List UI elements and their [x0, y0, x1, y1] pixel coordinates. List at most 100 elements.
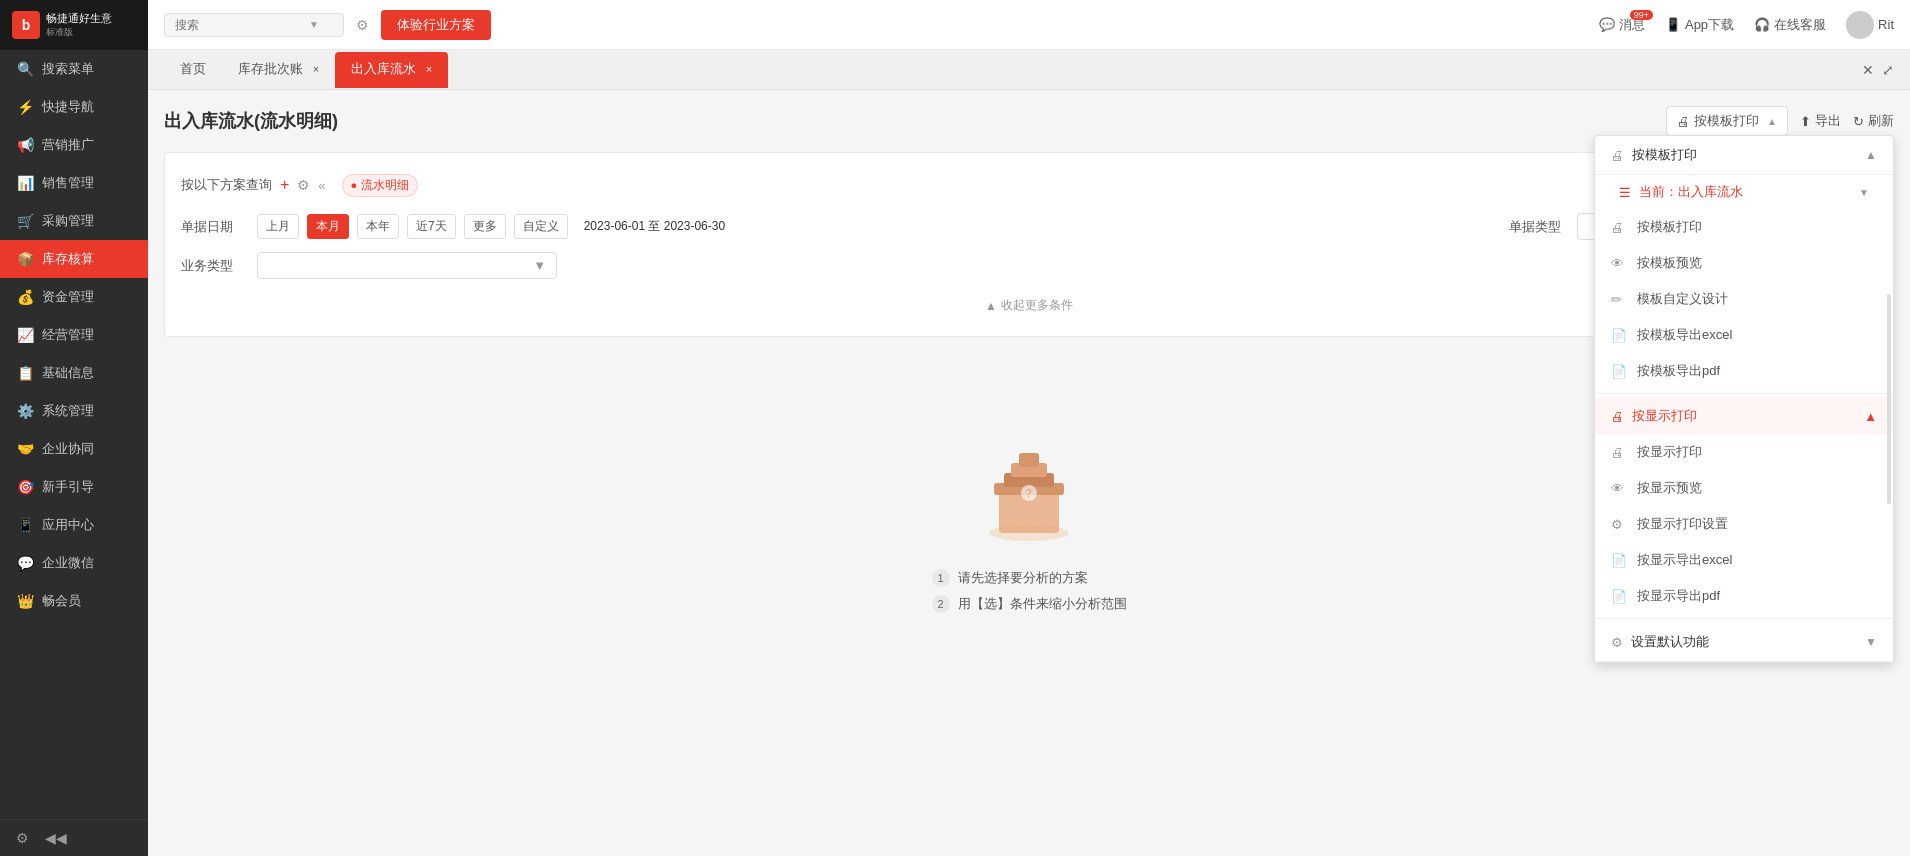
trial-button[interactable]: 体验行业方案	[381, 10, 491, 40]
tab-close-button[interactable]: ✕	[1862, 62, 1874, 78]
topbar-search-box[interactable]: ▼	[164, 13, 344, 37]
current-template-item[interactable]: ☰ 当前：出入库流水 ▼	[1595, 175, 1893, 209]
export-icon: ⬆	[1800, 114, 1811, 129]
template-export-excel-item[interactable]: 📄 按模板导出excel	[1595, 317, 1893, 353]
date-last-month-btn[interactable]: 上月	[257, 214, 299, 239]
current-template-icon: ☰	[1619, 185, 1631, 200]
sidebar-item-label: 系统管理	[42, 402, 94, 420]
template-print-item[interactable]: 🖨 按模板打印	[1595, 209, 1893, 245]
biz-type-select[interactable]: ▼	[257, 252, 557, 279]
filter-settings-icon[interactable]: ⚙	[297, 177, 310, 193]
biz-type-label: 业务类型	[181, 257, 241, 275]
date-more-btn[interactable]: 更多	[464, 214, 506, 239]
display-export-pdf-item[interactable]: 📄 按显示导出pdf	[1595, 578, 1893, 614]
cooperation-icon: 🤝	[16, 440, 34, 458]
settings-icon[interactable]: ⚙	[16, 830, 29, 846]
search-input[interactable]	[175, 18, 305, 32]
sidebar-item-funds[interactable]: 💰 资金管理	[0, 278, 148, 316]
tab-home[interactable]: 首页	[164, 52, 222, 88]
sidebar-item-inventory[interactable]: 📦 库存核算	[0, 240, 148, 278]
display-print-item[interactable]: 🖨 按显示打印	[1595, 434, 1893, 470]
user-avatar-area[interactable]: Rit	[1846, 11, 1894, 39]
sidebar-item-membership[interactable]: 👑 畅会员	[0, 582, 148, 620]
tag-label: 流水明细	[361, 177, 409, 194]
app-download-button[interactable]: 📱 App下载	[1665, 16, 1734, 34]
date-custom-btn[interactable]: 自定义	[514, 214, 568, 239]
sidebar-logo: b 畅捷通好生意 标准版	[0, 0, 148, 50]
date-current-month-btn[interactable]: 本月	[307, 214, 349, 239]
sidebar-item-basic[interactable]: 📋 基础信息	[0, 354, 148, 392]
guide-icon: 🎯	[16, 478, 34, 496]
tab-batch-account[interactable]: 库存批次账 ×	[222, 52, 335, 88]
refresh-button[interactable]: ↻ 刷新	[1853, 112, 1894, 130]
print-label: 按模板打印	[1694, 112, 1759, 130]
search-chevron-icon: ▼	[309, 19, 319, 30]
sidebar-item-marketing[interactable]: 📢 营销推广	[0, 126, 148, 164]
logo-letter: b	[22, 17, 31, 33]
template-print-section-header[interactable]: 🖨 按模板打印 ▲	[1595, 136, 1893, 175]
export-button[interactable]: ⬆ 导出	[1800, 112, 1841, 130]
dropdown-scrollbar[interactable]	[1887, 294, 1891, 504]
tab-flow-close-icon[interactable]: ×	[426, 63, 432, 75]
avatar	[1846, 11, 1874, 39]
display-settings-item[interactable]: ⚙ 按显示打印设置	[1595, 506, 1893, 542]
sidebar-item-wechat[interactable]: 💬 企业微信	[0, 544, 148, 582]
display-settings-item-label: 按显示打印设置	[1637, 515, 1728, 533]
template-print-label: 按模板打印	[1632, 146, 1697, 164]
sidebar-item-apps[interactable]: 📱 应用中心	[0, 506, 148, 544]
sidebar: b 畅捷通好生意 标准版 🔍 搜索菜单 ⚡ 快捷导航 📢 营销推广 📊 销售管理…	[0, 0, 148, 856]
filter-title: 按以下方案查询	[181, 176, 272, 194]
template-preview-item[interactable]: 👁 按模板预览	[1595, 245, 1893, 281]
template-print-item-label: 按模板打印	[1637, 218, 1702, 236]
display-export-excel-item[interactable]: 📄 按显示导出excel	[1595, 542, 1893, 578]
tab-batch-account-close-icon[interactable]: ×	[313, 63, 319, 75]
content-area: 首页 库存批次账 × 出入库流水 × ✕ ⤢ 出入库流水(流水明细)	[148, 50, 1910, 856]
default-section-header[interactable]: ⚙ 设置默认功能 ▼	[1595, 623, 1893, 662]
funds-icon: 💰	[16, 288, 34, 306]
tag-dot-icon: ●	[351, 179, 358, 191]
sidebar-item-purchase[interactable]: 🛒 采购管理	[0, 202, 148, 240]
topbar-gear-icon[interactable]: ⚙	[356, 17, 369, 33]
tab-flow[interactable]: 出入库流水 ×	[335, 52, 448, 88]
step-2-text: 用【选】条件来缩小分析范围	[958, 595, 1127, 613]
print-template-button[interactable]: 🖨 按模板打印 ▲	[1666, 106, 1788, 136]
tab-batch-account-label: 库存批次账	[238, 61, 303, 76]
template-export-pdf-label: 按模板导出pdf	[1637, 362, 1720, 380]
sidebar-item-cooperation[interactable]: 🤝 企业协同	[0, 430, 148, 468]
sidebar-item-shortcut[interactable]: ⚡ 快捷导航	[0, 88, 148, 126]
display-preview-item-icon: 👁	[1611, 481, 1627, 496]
collapse-label: 收起更多条件	[1001, 297, 1073, 314]
display-settings-item-icon: ⚙	[1611, 517, 1627, 532]
display-print-section-header[interactable]: 🖨 按显示打印 ▲	[1595, 398, 1893, 434]
filter-collapse-icon[interactable]: «	[318, 178, 325, 193]
online-service-button[interactable]: 🎧 在线客服	[1754, 16, 1826, 34]
message-badge: 99+	[1630, 10, 1653, 20]
template-section-chevron-icon: ▲	[1865, 148, 1877, 162]
date-current-year-btn[interactable]: 本年	[357, 214, 399, 239]
template-export-pdf-item[interactable]: 📄 按模板导出pdf	[1595, 353, 1893, 389]
sidebar-item-label: 快捷导航	[42, 98, 94, 116]
collapse-icon[interactable]: ◀◀	[45, 830, 67, 846]
filter-add-icon[interactable]: +	[280, 176, 289, 194]
logo-icon: b	[12, 11, 40, 39]
step-2-num: 2	[932, 595, 950, 613]
sidebar-item-label: 销售管理	[42, 174, 94, 192]
app-download-label: App下载	[1685, 16, 1734, 34]
tab-home-label: 首页	[180, 61, 206, 76]
sidebar-item-operations[interactable]: 📈 经营管理	[0, 316, 148, 354]
template-custom-item[interactable]: ✏ 模板自定义设计	[1595, 281, 1893, 317]
operations-icon: 📈	[16, 326, 34, 344]
sidebar-item-system[interactable]: ⚙️ 系统管理	[0, 392, 148, 430]
message-button[interactable]: 💬 消息 99+	[1599, 16, 1645, 34]
date-last-7-days-btn[interactable]: 近7天	[407, 214, 456, 239]
sidebar-item-guide[interactable]: 🎯 新手引导	[0, 468, 148, 506]
sidebar-item-label: 新手引导	[42, 478, 94, 496]
logo-name: 畅捷通好生意	[46, 11, 112, 26]
display-preview-item[interactable]: 👁 按显示预览	[1595, 470, 1893, 506]
sidebar-item-sales[interactable]: 📊 销售管理	[0, 164, 148, 202]
sidebar-bottom: ⚙ ◀◀	[0, 819, 148, 856]
tab-expand-button[interactable]: ⤢	[1882, 62, 1894, 78]
default-section-icon: ⚙	[1611, 635, 1623, 650]
sidebar-item-search[interactable]: 🔍 搜索菜单	[0, 50, 148, 88]
print-chevron-icon: ▲	[1767, 116, 1777, 127]
